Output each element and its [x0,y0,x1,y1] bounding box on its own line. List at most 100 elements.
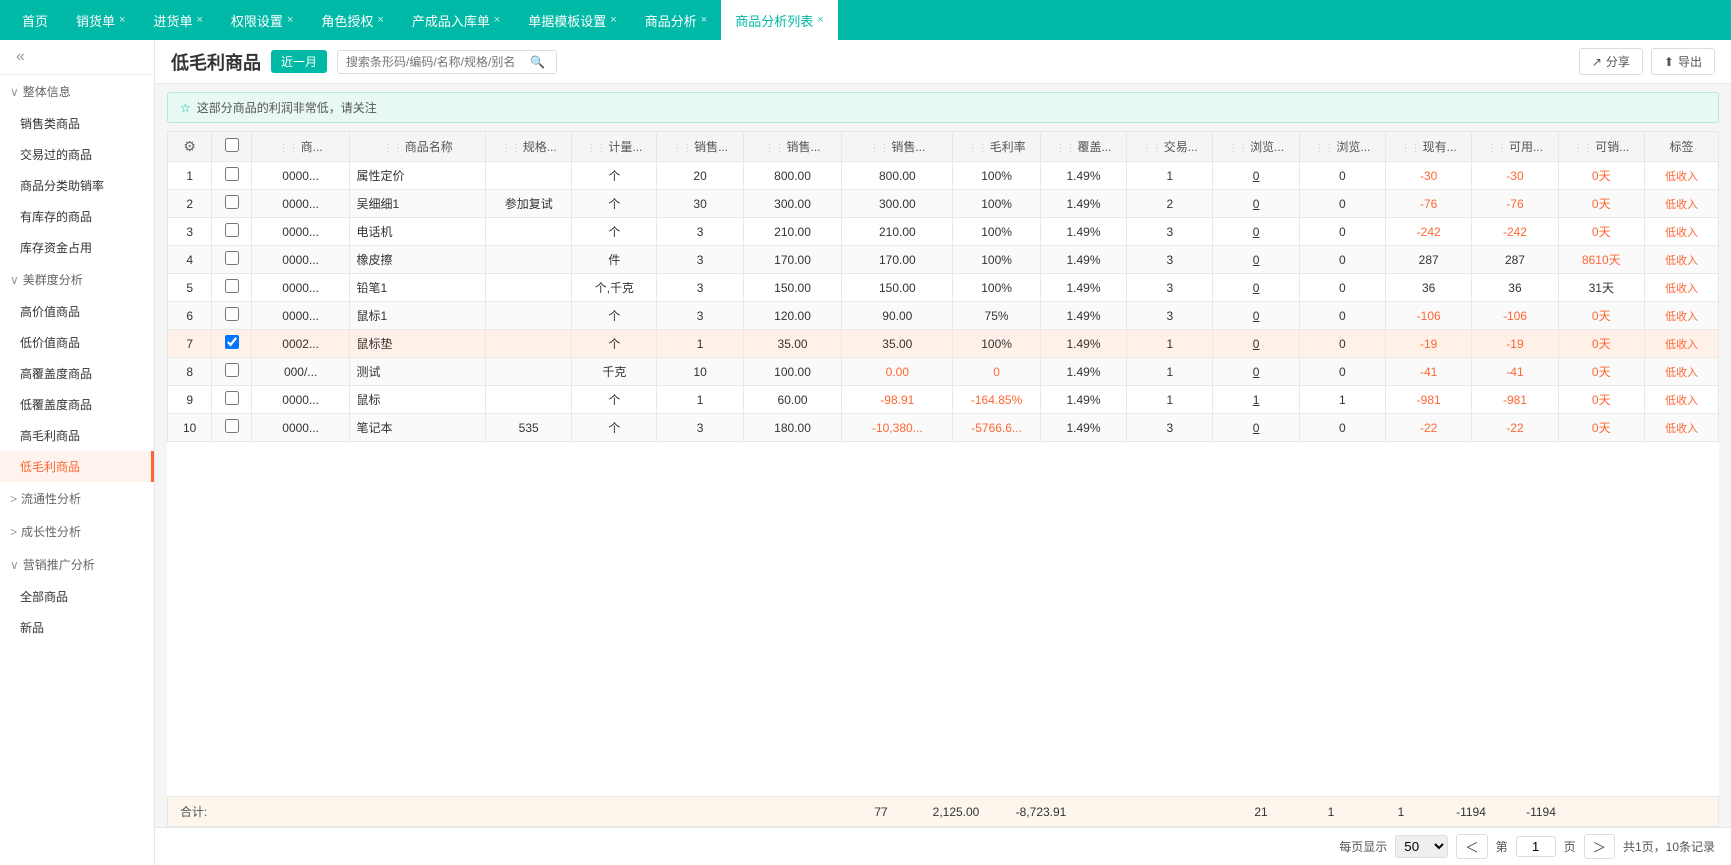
row-name[interactable]: 属性定价 [350,162,486,190]
col-name[interactable]: ⋮⋮商品名称 [350,132,486,162]
row-name[interactable]: 鼠标1 [350,302,486,330]
col-gross-margin[interactable]: ⋮⋮毛利率 [953,132,1041,162]
row-select-checkbox[interactable] [225,195,239,209]
nav-sales[interactable]: 销货单 × [62,0,139,40]
prev-page-button[interactable]: ＜ [1456,834,1487,859]
sidebar-group-beauty[interactable]: ∨ 美群度分析 [0,263,154,296]
row-select-checkbox[interactable] [225,391,239,405]
row-select-checkbox[interactable] [225,167,239,181]
export-button[interactable]: ⬆ 导出 [1651,48,1715,75]
row-name[interactable]: 测试 [350,358,486,386]
browse1-link[interactable]: 1 [1253,393,1260,407]
col-code[interactable]: ⋮⋮商... [251,132,350,162]
search-icon[interactable]: 🔍 [530,55,545,69]
row-checkbox[interactable] [212,330,251,358]
col-sales-price[interactable]: ⋮⋮销售... [743,132,842,162]
time-filter-button[interactable]: 近一月 [271,50,327,73]
col-settings[interactable]: ⚙ [168,132,212,162]
sidebar-item-high-margin[interactable]: 高毛利商品 [0,420,154,451]
row-checkbox[interactable] [212,162,251,190]
close-icon[interactable]: × [287,14,293,26]
close-icon[interactable]: × [701,14,707,26]
col-coverage[interactable]: ⋮⋮覆盖... [1040,132,1126,162]
row-checkbox[interactable] [212,386,251,414]
page-number-input[interactable] [1516,836,1556,857]
browse1-link[interactable]: 0 [1253,169,1260,183]
nav-template[interactable]: 单据模板设置 × [514,0,630,40]
search-input[interactable] [346,55,526,69]
col-checkbox[interactable] [212,132,251,162]
row-browse1[interactable]: 0 [1213,414,1299,442]
col-tag[interactable]: 标签 [1644,132,1718,162]
row-browse1[interactable]: 0 [1213,190,1299,218]
row-browse1[interactable]: 1 [1213,386,1299,414]
sidebar-group-circulation[interactable]: > 流通性分析 [0,482,154,515]
page-size-select[interactable]: 50 100 200 [1395,835,1448,858]
nav-home[interactable]: 首页 [8,0,62,40]
sidebar-collapse-btn[interactable]: « [8,44,33,70]
row-name[interactable]: 鼠标 [350,386,486,414]
row-select-checkbox[interactable] [225,307,239,321]
row-browse1[interactable]: 0 [1213,246,1299,274]
sidebar-item-low-value[interactable]: 低价值商品 [0,327,154,358]
row-browse1[interactable]: 0 [1213,162,1299,190]
col-browse2[interactable]: ⋮⋮浏览... [1299,132,1385,162]
row-browse1[interactable]: 0 [1213,218,1299,246]
sidebar-item-stock-capital[interactable]: 库存资金占用 [0,232,154,263]
row-select-checkbox[interactable] [225,223,239,237]
row-checkbox[interactable] [212,358,251,386]
row-checkbox[interactable] [212,190,251,218]
nav-role-auth[interactable]: 角色授权 × [307,0,397,40]
select-all-checkbox[interactable] [225,138,239,152]
close-icon[interactable]: × [494,14,500,26]
col-available[interactable]: ⋮⋮可用... [1472,132,1558,162]
sidebar-item-high-coverage[interactable]: 高覆盖度商品 [0,358,154,389]
nav-product-entry[interactable]: 产成品入库单 × [398,0,514,40]
browse1-link[interactable]: 0 [1253,309,1260,323]
close-icon[interactable]: × [196,14,202,26]
browse1-link[interactable]: 0 [1253,337,1260,351]
nav-permissions[interactable]: 权限设置 × [217,0,307,40]
sidebar-item-high-value[interactable]: 高价值商品 [0,296,154,327]
sidebar-item-sales-goods[interactable]: 销售类商品 [0,108,154,139]
row-select-checkbox[interactable] [225,279,239,293]
row-name[interactable]: 橡皮擦 [350,246,486,274]
row-name[interactable]: 吴细细1 [350,190,486,218]
col-current-stock[interactable]: ⋮⋮现有... [1386,132,1472,162]
row-checkbox[interactable] [212,274,251,302]
sidebar-item-low-margin[interactable]: 低毛利商品 [0,451,154,482]
row-select-checkbox[interactable] [225,335,239,349]
row-name[interactable]: 笔记本 [350,414,486,442]
row-browse1[interactable]: 0 [1213,358,1299,386]
row-select-checkbox[interactable] [225,419,239,433]
row-select-checkbox[interactable] [225,251,239,265]
row-name[interactable]: 电话机 [350,218,486,246]
share-button[interactable]: ↗ 分享 [1579,48,1643,75]
col-sales-qty[interactable]: ⋮⋮销售... [657,132,743,162]
browse1-link[interactable]: 0 [1253,365,1260,379]
row-checkbox[interactable] [212,218,251,246]
row-select-checkbox[interactable] [225,363,239,377]
sidebar-item-low-coverage[interactable]: 低覆盖度商品 [0,389,154,420]
close-icon[interactable]: × [377,14,383,26]
col-transaction[interactable]: ⋮⋮交易... [1127,132,1213,162]
row-checkbox[interactable] [212,246,251,274]
browse1-link[interactable]: 0 [1253,421,1260,435]
next-page-button[interactable]: ＞ [1584,834,1615,859]
sidebar-group-growth[interactable]: > 成长性分析 [0,515,154,548]
nav-goods-analysis[interactable]: 商品分析 × [631,0,721,40]
sidebar-item-all-goods[interactable]: 全部商品 [0,581,154,612]
close-icon[interactable]: × [817,14,823,26]
row-name[interactable]: 铅笔1 [350,274,486,302]
row-browse1[interactable]: 0 [1213,302,1299,330]
close-icon[interactable]: × [610,14,616,26]
sidebar-item-category-rate[interactable]: 商品分类助销率 [0,170,154,201]
col-spec[interactable]: ⋮⋮规格... [486,132,572,162]
sidebar-item-traded-goods[interactable]: 交易过的商品 [0,139,154,170]
browse1-link[interactable]: 0 [1253,281,1260,295]
nav-goods-analysis-list[interactable]: 商品分析列表 × [721,0,837,40]
row-browse1[interactable]: 0 [1213,330,1299,358]
close-icon[interactable]: × [119,14,125,26]
sidebar-group-marketing[interactable]: ∨ 营销推广分析 [0,548,154,581]
settings-icon[interactable]: ⚙ [183,138,196,154]
